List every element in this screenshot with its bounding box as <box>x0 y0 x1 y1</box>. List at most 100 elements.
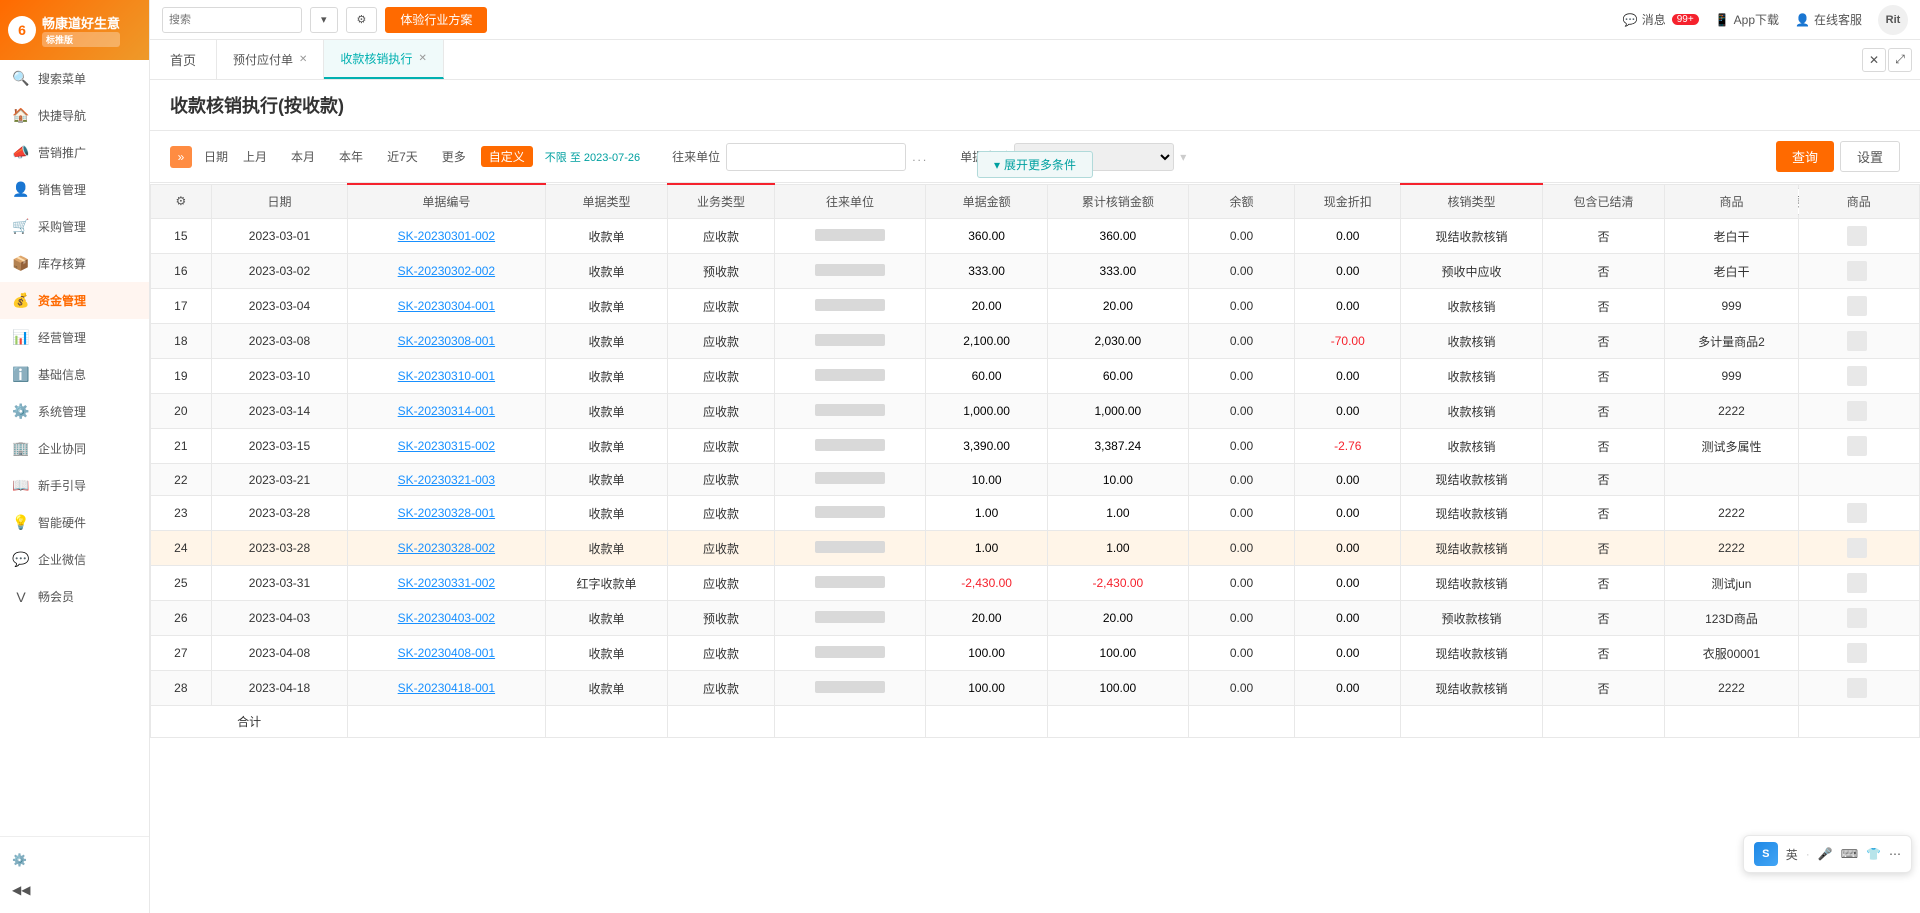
sidebar-item-wechat[interactable]: 💬企业微信 <box>0 541 149 578</box>
partner-input[interactable] <box>726 143 906 171</box>
table-container[interactable]: ⚙ 日期 单据编号 单据类型 业务类型 往来单位 单据金额 累计核销金额 余额 … <box>150 183 1920 913</box>
bill-no-link[interactable]: SK-20230321-003 <box>398 473 495 487</box>
bill-no-link[interactable]: SK-20230310-001 <box>398 369 495 383</box>
tab-receipt-close[interactable]: ✕ <box>418 53 426 64</box>
sidebar-settings[interactable]: ⚙️ <box>0 845 149 875</box>
bill-no-link[interactable]: SK-20230328-002 <box>398 541 495 555</box>
bill-no-link[interactable]: SK-20230331-002 <box>398 576 495 590</box>
col-header-discount: 现金折扣 <box>1295 184 1401 219</box>
cell-date: 2023-03-10 <box>211 359 348 394</box>
sidebar-item-basic[interactable]: ℹ️基础信息 <box>0 356 149 393</box>
purchase-icon: 🛒 <box>12 218 30 235</box>
sidebar-item-system[interactable]: ⚙️系统管理 <box>0 393 149 430</box>
sidebar-item-enterprise[interactable]: 🏢企业协同 <box>0 430 149 467</box>
user-avatar[interactable]: Rit <box>1878 5 1908 35</box>
more-conditions-btn[interactable]: ▾ 展开更多条件 <box>977 151 1093 178</box>
bill-no-link[interactable]: SK-20230315-002 <box>398 439 495 453</box>
cell-goods2 <box>1798 601 1919 636</box>
date-this-month-btn[interactable]: 本月 <box>282 145 324 168</box>
cell-no: 15 <box>151 219 212 254</box>
bill-no-link[interactable]: SK-20230403-002 <box>398 611 495 625</box>
sidebar-item-sales[interactable]: 👤销售管理 <box>0 171 149 208</box>
cell-partner <box>774 324 926 359</box>
member-icon: V <box>12 589 30 605</box>
sidebar-item-purchase[interactable]: 🛒采购管理 <box>0 208 149 245</box>
bill-no-link[interactable]: SK-20230301-002 <box>398 229 495 243</box>
bill-no-link[interactable]: SK-20230314-001 <box>398 404 495 418</box>
message-icon: 💬 <box>1623 13 1638 27</box>
bill-no-link[interactable]: SK-20230418-001 <box>398 681 495 695</box>
query-btn[interactable]: 查询 <box>1776 141 1834 172</box>
bill-no-link[interactable]: SK-20230328-001 <box>398 506 495 520</box>
tab-receipt[interactable]: 收款核销执行 ✕ <box>324 40 443 79</box>
sidebar-item-inventory[interactable]: 📦库存核算 <box>0 245 149 282</box>
content-area: 收款核销执行(按收款) 📤 导出 🔄 刷新 » 日期 上月 本月 本年 近7 <box>150 80 1920 913</box>
cell-discount: 0.00 <box>1295 601 1401 636</box>
float-item-keyboard[interactable]: ⌨ <box>1841 847 1858 861</box>
filter-expand-btn[interactable]: » <box>170 146 192 168</box>
app-download-btn[interactable]: 📱 App下载 <box>1715 11 1779 28</box>
table-row: 19 2023-03-10 SK-20230310-001 收款单 应收款 60… <box>151 359 1920 394</box>
cell-bill-type: 收款单 <box>545 531 668 566</box>
tab-expand-btn[interactable]: ⤢ <box>1888 48 1912 72</box>
goods-thumbnail <box>1847 296 1867 316</box>
tab-prepay-close[interactable]: ✕ <box>299 54 307 65</box>
tab-home[interactable]: 首页 <box>150 40 217 79</box>
sidebar-item-marketing[interactable]: 📣营销推广 <box>0 134 149 171</box>
goods-thumbnail <box>1847 678 1867 698</box>
tab-prepay[interactable]: 预付应付单 ✕ <box>217 40 324 79</box>
footer-settled <box>1542 706 1665 738</box>
col-header-amount: 单据金额 <box>926 184 1047 219</box>
bill-no-link[interactable]: SK-20230408-001 <box>398 646 495 660</box>
bill-no-link[interactable]: SK-20230302-002 <box>398 264 495 278</box>
quick-nav-icon: 🏠 <box>12 107 30 124</box>
col-header-settings[interactable]: ⚙ <box>151 184 212 219</box>
breadcrumb-input[interactable] <box>162 7 302 33</box>
sidebar-collapse[interactable]: ◀◀ <box>0 875 149 905</box>
cell-amount: 100.00 <box>926 671 1047 706</box>
cell-no: 28 <box>151 671 212 706</box>
col-header-date: 日期 <box>211 184 348 219</box>
float-item-more[interactable]: ⋯ <box>1889 847 1901 861</box>
cell-write-type: 现结收款核销 <box>1401 496 1542 531</box>
cell-settled: 否 <box>1542 601 1665 636</box>
sidebar-item-finance[interactable]: 💰资金管理 <box>0 282 149 319</box>
bill-no-link[interactable]: SK-20230304-001 <box>398 299 495 313</box>
cell-write-type: 现结收款核销 <box>1401 566 1542 601</box>
cell-write-type: 现结收款核销 <box>1401 531 1542 566</box>
cell-discount: 0.00 <box>1295 394 1401 429</box>
partner-masked <box>815 611 885 623</box>
date-last-month-btn[interactable]: 上月 <box>234 145 276 168</box>
sidebar-item-quick-nav[interactable]: 🏠快捷导航 <box>0 97 149 134</box>
filter-settings-btn[interactable]: 设置 <box>1840 141 1900 172</box>
tab-close-all-btn[interactable]: ✕ <box>1862 48 1886 72</box>
logo-text: 畅康道好生意 标推版 <box>42 13 120 47</box>
float-item-1[interactable]: 英 <box>1786 846 1798 863</box>
solution-btn[interactable]: 体验行业方案 <box>385 7 487 33</box>
sidebar-item-search[interactable]: 🔍搜索菜单 <box>0 60 149 97</box>
messages-btn[interactable]: 💬 消息 99+ <box>1623 11 1699 28</box>
sidebar-item-hardware[interactable]: 💡智能硬件 <box>0 504 149 541</box>
sidebar-item-operations[interactable]: 📊经营管理 <box>0 319 149 356</box>
cell-settled: 否 <box>1542 429 1665 464</box>
bill-no-link[interactable]: SK-20230308-001 <box>398 334 495 348</box>
date-7days-btn[interactable]: 近7天 <box>378 145 427 168</box>
cell-settled: 否 <box>1542 671 1665 706</box>
float-item-shirt[interactable]: 👕 <box>1866 847 1881 861</box>
date-this-year-btn[interactable]: 本年 <box>330 145 372 168</box>
float-item-mic[interactable]: 🎤 <box>1818 847 1833 861</box>
cell-goods1 <box>1665 464 1798 496</box>
date-custom-btn[interactable]: 自定义 <box>481 146 533 167</box>
footer-partner <box>774 706 926 738</box>
settings-gear-btn[interactable]: ⚙ <box>346 7 378 33</box>
dropdown-arrow-btn[interactable]: ▾ <box>310 7 338 33</box>
cell-date: 2023-03-28 <box>211 531 348 566</box>
goods-thumbnail <box>1847 503 1867 523</box>
sidebar-item-member[interactable]: V畅会员 <box>0 578 149 615</box>
cell-discount: 0.00 <box>1295 671 1401 706</box>
cell-bill-no: SK-20230301-002 <box>348 219 545 254</box>
sidebar-item-guide[interactable]: 📖新手引导 <box>0 467 149 504</box>
date-more-btn[interactable]: 更多 <box>433 145 475 168</box>
online-service-btn[interactable]: 👤 在线客服 <box>1795 11 1862 28</box>
cell-goods2 <box>1798 219 1919 254</box>
